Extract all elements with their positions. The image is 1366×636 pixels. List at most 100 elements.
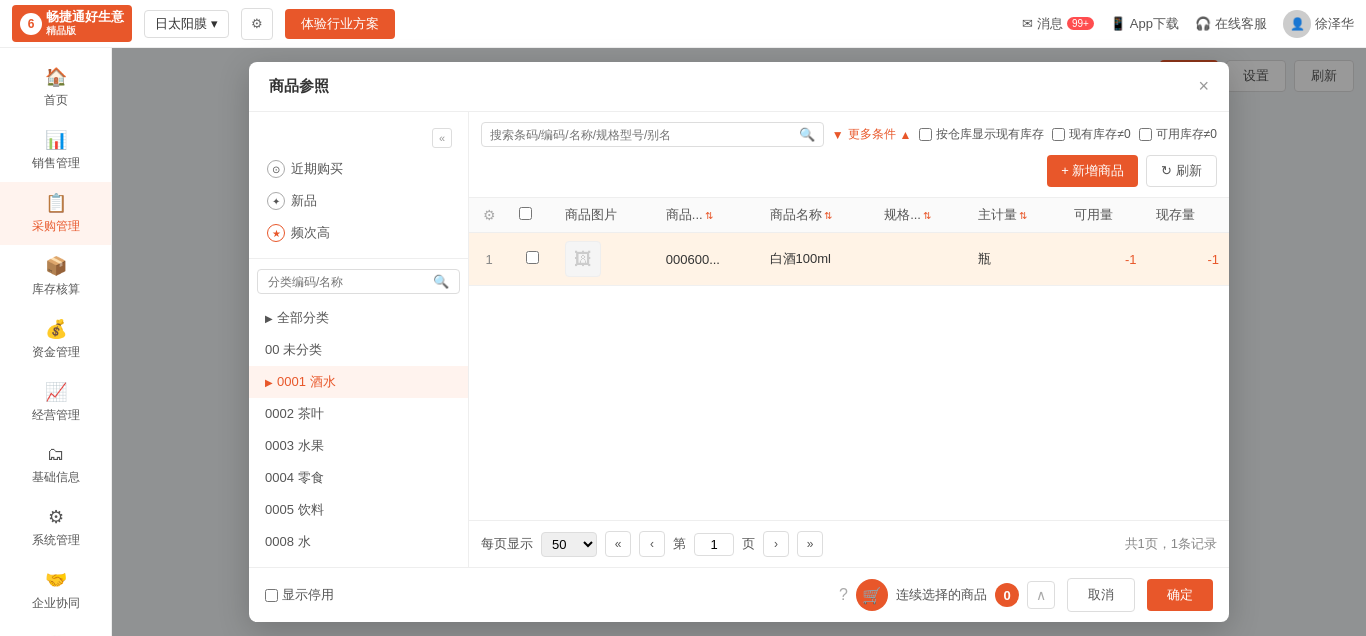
- show-disabled-checkbox[interactable]: 显示停用: [265, 586, 334, 604]
- product-search-icon[interactable]: 🔍: [799, 127, 815, 142]
- sidebar-item-operation[interactable]: 📈 经营管理: [0, 371, 111, 434]
- collapse-footer-button[interactable]: ∧: [1027, 581, 1055, 609]
- collapse-left-panel-button[interactable]: «: [432, 128, 452, 148]
- quick-label-frequent: 频次高: [291, 224, 330, 242]
- sales-icon: 📊: [45, 129, 67, 151]
- sidebar-item-purchase[interactable]: 📋 采购管理: [0, 182, 111, 245]
- product-search-input[interactable]: [490, 128, 795, 142]
- category-item-6[interactable]: 0008 水: [249, 526, 468, 558]
- table-settings-icon[interactable]: ⚙: [483, 207, 496, 223]
- sidebar-label-enterprise: 企业协同: [32, 595, 80, 612]
- col-unit[interactable]: 主计量⇅: [968, 198, 1064, 233]
- next-page-button[interactable]: ›: [763, 531, 789, 557]
- sidebar-item-enterprise[interactable]: 🤝 企业协同: [0, 559, 111, 622]
- sidebar-label-operation: 经营管理: [32, 407, 80, 424]
- col-code[interactable]: 商品...⇅: [656, 198, 760, 233]
- sidebar-item-home[interactable]: 🏠 首页: [0, 56, 111, 119]
- sidebar-item-sales[interactable]: 📊 销售管理: [0, 119, 111, 182]
- page-info: 共1页，1条记录: [1125, 535, 1217, 553]
- sidebar-item-inventory[interactable]: 📦 库存核算: [0, 245, 111, 308]
- quick-label-recent: 近期购买: [291, 160, 343, 178]
- cart-count-badge: 0: [995, 583, 1019, 607]
- left-panel: « ⊙ 近期购买 ✦ 新品 ★: [249, 112, 469, 567]
- category-item-0[interactable]: 00 未分类: [249, 334, 468, 366]
- finance-icon: 💰: [45, 318, 67, 340]
- col-checkbox[interactable]: [509, 198, 555, 233]
- category-item-all[interactable]: ▶ 全部分类: [249, 302, 468, 334]
- checkbox-usable-stock[interactable]: 可用库存≠0: [1139, 126, 1217, 143]
- page-number-input[interactable]: [694, 533, 734, 556]
- add-product-button[interactable]: + 新增商品: [1047, 155, 1138, 187]
- sidebar-item-guide[interactable]: 📖 新手引导: [0, 622, 111, 636]
- col-name[interactable]: 商品名称⇅: [760, 198, 875, 233]
- sidebar-label-purchase: 采购管理: [32, 218, 80, 235]
- per-page-select[interactable]: 50 10 20 100: [541, 532, 597, 557]
- quick-item-frequent[interactable]: ★ 频次高: [257, 218, 460, 248]
- checkbox-available-stock[interactable]: 现有库存≠0: [1052, 126, 1130, 143]
- sidebar-item-system[interactable]: ⚙ 系统管理: [0, 496, 111, 559]
- cell-image: 🖼: [555, 233, 656, 286]
- operation-icon: 📈: [45, 381, 67, 403]
- col-settings[interactable]: ⚙: [469, 198, 509, 233]
- category-label-0: 00 未分类: [265, 341, 322, 359]
- category-search-box: 🔍: [257, 269, 460, 294]
- filter-label: 更多条件: [848, 126, 896, 143]
- modal-close-button[interactable]: ×: [1198, 76, 1209, 97]
- basic-icon: 🗂: [47, 444, 65, 465]
- prev-page-button[interactable]: ‹: [639, 531, 665, 557]
- main-layout: 🏠 首页 📊 销售管理 📋 采购管理 📦 库存核算 💰 资金管理 📈 经营管理 …: [0, 48, 1366, 636]
- product-table-wrap: ⚙ 商品图片 商品...⇅ 商品名称⇅ 规格...⇅ 主计量⇅ 可用量 现存量: [469, 198, 1229, 520]
- category-list: ▶ 全部分类 00 未分类 ▶ 0001 酒水 0002 茶: [249, 298, 468, 559]
- confirm-button[interactable]: 确定: [1147, 579, 1213, 611]
- last-page-button[interactable]: »: [797, 531, 823, 557]
- category-item-5[interactable]: 0005 饮料: [249, 494, 468, 526]
- select-all-checkbox[interactable]: [519, 207, 532, 220]
- category-item-3[interactable]: 0003 水果: [249, 430, 468, 462]
- first-page-button[interactable]: «: [605, 531, 631, 557]
- quick-item-new[interactable]: ✦ 新品: [257, 186, 460, 216]
- sidebar-item-basic[interactable]: 🗂 基础信息: [0, 434, 111, 496]
- settings-button[interactable]: ⚙: [241, 8, 273, 40]
- product-thumbnail: 🖼: [565, 241, 601, 277]
- sidebar-label-finance: 资金管理: [32, 344, 80, 361]
- content-area: 查询 设置 刷新 商品参照 × «: [112, 48, 1366, 636]
- filter-icon: ▼: [832, 128, 844, 142]
- category-item-1[interactable]: ▶ 0001 酒水: [249, 366, 468, 398]
- quick-item-recent[interactable]: ⊙ 近期购买: [257, 154, 460, 184]
- category-label-4: 0004 零食: [265, 469, 324, 487]
- category-search-icon[interactable]: 🔍: [433, 274, 449, 289]
- product-search-wrap: 🔍: [481, 122, 824, 147]
- messages-button[interactable]: ✉ 消息 99+: [1022, 15, 1094, 33]
- online-service-button[interactable]: 🎧 在线客服: [1195, 15, 1267, 33]
- category-item-4[interactable]: 0004 零食: [249, 462, 468, 494]
- cancel-button[interactable]: 取消: [1067, 578, 1135, 612]
- cell-checkbox[interactable]: [509, 233, 555, 286]
- table-row[interactable]: 1 🖼 000600... 白酒100ml 瓶: [469, 233, 1229, 286]
- app-download-button[interactable]: 📱 App下载: [1110, 15, 1179, 33]
- cell-num: 1: [469, 233, 509, 286]
- filter-button[interactable]: ▼ 更多条件 ▲: [832, 126, 912, 143]
- cart-label: 连续选择的商品: [896, 586, 987, 604]
- user-avatar[interactable]: 👤 徐泽华: [1283, 10, 1354, 38]
- category-label-6: 0008 水: [265, 533, 311, 551]
- inventory-icon: 📦: [45, 255, 67, 277]
- modal-body: « ⊙ 近期购买 ✦ 新品 ★: [249, 112, 1229, 567]
- frequent-icon: ★: [267, 224, 285, 242]
- sidebar-item-finance[interactable]: 💰 资金管理: [0, 308, 111, 371]
- cart-button[interactable]: 🛒: [856, 579, 888, 611]
- category-search-input[interactable]: [268, 275, 429, 289]
- category-item-7[interactable]: 0010 家电: [249, 558, 468, 559]
- trial-button[interactable]: 体验行业方案: [285, 9, 395, 39]
- refresh-product-button[interactable]: ↻ 刷新: [1146, 155, 1217, 187]
- recent-icon: ⊙: [267, 160, 285, 178]
- checkbox-warehouse-stock[interactable]: 按仓库显示现有库存: [919, 126, 1044, 143]
- product-table: ⚙ 商品图片 商品...⇅ 商品名称⇅ 规格...⇅ 主计量⇅ 可用量 现存量: [469, 198, 1229, 286]
- page-label: 第: [673, 535, 686, 553]
- warehouse-selector[interactable]: 日太阳膜 ▾: [144, 10, 229, 38]
- category-item-2[interactable]: 0002 茶叶: [249, 398, 468, 430]
- category-label-1: 0001 酒水: [277, 373, 336, 391]
- help-icon[interactable]: ?: [839, 586, 848, 604]
- col-spec[interactable]: 规格...⇅: [874, 198, 967, 233]
- product-reference-modal: 商品参照 × « ⊙ 近期购买: [249, 62, 1229, 622]
- modal-overlay: 商品参照 × « ⊙ 近期购买: [112, 48, 1366, 636]
